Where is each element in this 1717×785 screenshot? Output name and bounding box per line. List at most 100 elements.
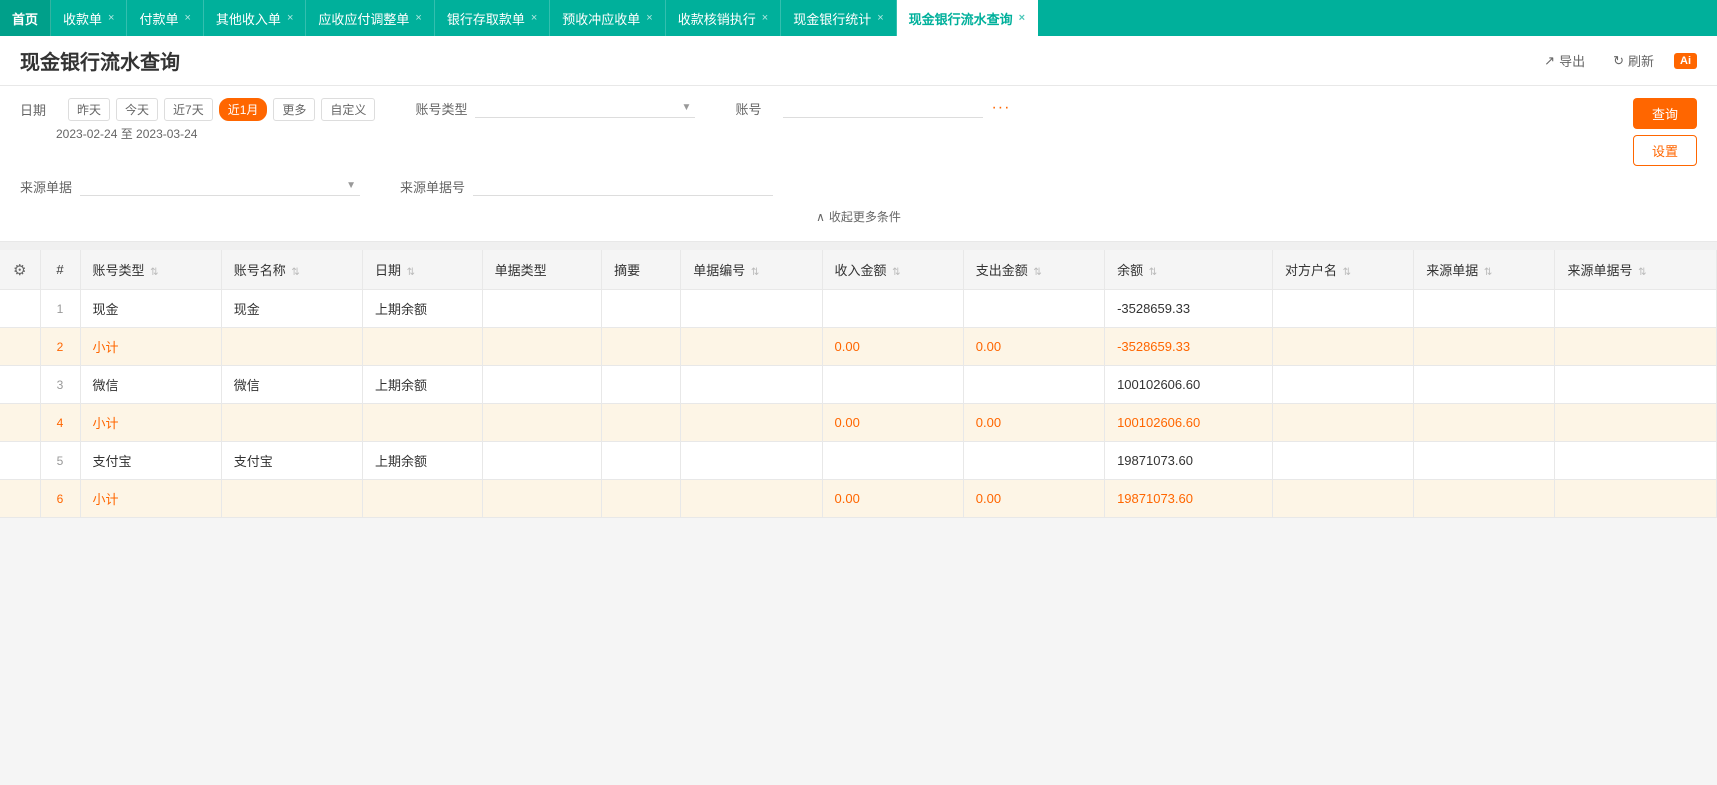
cell-summary — [602, 480, 681, 518]
nav-tab-payment[interactable]: 付款单 × — [127, 0, 203, 36]
nav-tab-payment-close[interactable]: × — [184, 12, 190, 24]
export-label: 导出 — [1559, 51, 1585, 70]
date-btn-yesterday[interactable]: 昨天 — [68, 98, 110, 121]
refresh-button[interactable]: ↻ 刷新 — [1605, 47, 1662, 74]
refresh-icon: ↻ — [1613, 53, 1624, 69]
cell-num: 4 — [40, 404, 80, 442]
nav-tab-receipt-verify-close[interactable]: × — [762, 12, 768, 24]
cell-doc-type — [482, 442, 602, 480]
account-dots-icon[interactable]: ··· — [991, 99, 1010, 117]
table-row[interactable]: 5支付宝支付宝上期余额19871073.60 — [0, 442, 1717, 480]
nav-tab-receipt-close[interactable]: × — [108, 12, 114, 24]
nav-tab-other-income[interactable]: 其他收入单 × — [204, 0, 306, 36]
collapse-label: 收起更多条件 — [829, 208, 901, 225]
col-income[interactable]: 收入金额 ⇅ — [822, 250, 963, 290]
col-account-type[interactable]: 账号类型 ⇅ — [80, 250, 221, 290]
col-expense[interactable]: 支出金额 ⇅ — [963, 250, 1104, 290]
ai-badge[interactable]: Ai — [1674, 53, 1697, 69]
query-button[interactable]: 查询 — [1633, 98, 1697, 129]
source-doc-no-input[interactable] — [473, 176, 773, 196]
cell-settings — [0, 480, 40, 518]
cell-income — [822, 290, 963, 328]
account-label: 账号 — [735, 99, 775, 118]
source-doc-select[interactable]: ▼ — [80, 176, 360, 196]
nav-tab-ar-ap-adjust-close[interactable]: × — [415, 12, 421, 24]
cell-source-doc-no — [1555, 442, 1717, 480]
table-settings-icon[interactable]: ⚙ — [13, 262, 26, 279]
cell-settings — [0, 366, 40, 404]
sort-counterparty-icon: ⇅ — [1343, 267, 1351, 278]
cell-expense: 0.00 — [963, 404, 1104, 442]
source-doc-no-label: 来源单据号 — [400, 177, 465, 196]
cell-account-name — [221, 328, 362, 366]
nav-tab-cash-bank-stat-label: 现金银行统计 — [793, 9, 871, 28]
table-row[interactable]: 4小计0.000.00100102606.60 — [0, 404, 1717, 442]
cell-source-doc — [1414, 290, 1555, 328]
nav-tab-home[interactable]: 首页 — [0, 0, 51, 36]
export-icon: ↗ — [1544, 53, 1555, 69]
table-row[interactable]: 2小计0.000.00-3528659.33 — [0, 328, 1717, 366]
account-input[interactable] — [783, 98, 983, 118]
section-divider — [0, 242, 1717, 250]
nav-tab-cash-bank-flow-label: 现金银行流水查询 — [909, 9, 1013, 28]
nav-tab-cash-bank-stat[interactable]: 现金银行统计 × — [781, 0, 896, 36]
nav-tab-receipt[interactable]: 收款单 × — [51, 0, 127, 36]
nav-tab-ar-ap-adjust[interactable]: 应收应付调整单 × — [306, 0, 434, 36]
nav-tab-bank-deposit-label: 银行存取款单 — [447, 9, 525, 28]
cell-expense: 0.00 — [963, 328, 1104, 366]
col-source-doc-no[interactable]: 来源单据号 ⇅ — [1555, 250, 1717, 290]
table-row[interactable]: 3微信微信上期余额100102606.60 — [0, 366, 1717, 404]
nav-tab-bank-deposit[interactable]: 银行存取款单 × — [435, 0, 550, 36]
settings-button[interactable]: 设置 — [1633, 135, 1697, 166]
top-navigation: 首页 收款单 × 付款单 × 其他收入单 × 应收应付调整单 × 银行存取款单 … — [0, 0, 1717, 36]
account-type-select[interactable]: ▼ — [475, 98, 695, 118]
cell-account-type: 小计 — [80, 404, 221, 442]
date-btn-7days[interactable]: 近7天 — [164, 98, 213, 121]
col-account-name[interactable]: 账号名称 ⇅ — [221, 250, 362, 290]
cell-summary — [602, 328, 681, 366]
cell-counterparty — [1272, 404, 1413, 442]
col-counterparty[interactable]: 对方户名 ⇅ — [1272, 250, 1413, 290]
refresh-label: 刷新 — [1628, 51, 1654, 70]
nav-tab-receipt-label: 收款单 — [63, 9, 102, 28]
col-doc-no[interactable]: 单据编号 ⇅ — [681, 250, 822, 290]
cell-income — [822, 366, 963, 404]
nav-tab-other-income-close[interactable]: × — [287, 12, 293, 24]
nav-tab-other-income-label: 其他收入单 — [216, 9, 281, 28]
nav-tab-cash-bank-flow[interactable]: 现金银行流水查询 × — [897, 0, 1038, 36]
col-balance[interactable]: 余额 ⇅ — [1105, 250, 1273, 290]
cell-num: 1 — [40, 290, 80, 328]
table-row[interactable]: 6小计0.000.0019871073.60 — [0, 480, 1717, 518]
cell-counterparty — [1272, 290, 1413, 328]
nav-tab-cash-bank-stat-close[interactable]: × — [877, 12, 883, 24]
nav-tab-prepay-offset-close[interactable]: × — [646, 12, 652, 24]
table-row[interactable]: 1现金现金上期余额-3528659.33 — [0, 290, 1717, 328]
date-btn-1month[interactable]: 近1月 — [219, 98, 268, 121]
cell-account-name — [221, 404, 362, 442]
export-button[interactable]: ↗ 导出 — [1536, 47, 1593, 74]
cell-num: 5 — [40, 442, 80, 480]
col-settings[interactable]: ⚙ — [0, 250, 40, 290]
cell-date — [363, 328, 483, 366]
col-source-doc[interactable]: 来源单据 ⇅ — [1414, 250, 1555, 290]
page-header: 现金银行流水查询 ↗ 导出 ↻ 刷新 Ai — [0, 36, 1717, 86]
collapse-row: ∧ 收起更多条件 — [20, 204, 1697, 229]
date-btn-custom[interactable]: 自定义 — [321, 98, 375, 121]
cell-account-name — [221, 480, 362, 518]
collapse-button[interactable]: ∧ 收起更多条件 — [816, 208, 901, 225]
col-date[interactable]: 日期 ⇅ — [363, 250, 483, 290]
nav-tab-prepay-offset[interactable]: 预收冲应收单 × — [550, 0, 665, 36]
nav-tab-home-label: 首页 — [12, 9, 38, 28]
cell-income — [822, 442, 963, 480]
date-btn-today[interactable]: 今天 — [116, 98, 158, 121]
nav-tab-prepay-offset-label: 预收冲应收单 — [562, 9, 640, 28]
date-btn-more[interactable]: 更多 — [273, 98, 315, 121]
cell-account-name: 微信 — [221, 366, 362, 404]
nav-tab-receipt-verify[interactable]: 收款核销执行 × — [666, 0, 781, 36]
nav-tab-bank-deposit-close[interactable]: × — [531, 12, 537, 24]
sort-income-icon: ⇅ — [892, 267, 900, 278]
cell-source-doc-no — [1555, 404, 1717, 442]
nav-tab-cash-bank-flow-close[interactable]: × — [1019, 12, 1025, 24]
cell-balance: -3528659.33 — [1105, 290, 1273, 328]
cell-account-type: 现金 — [80, 290, 221, 328]
